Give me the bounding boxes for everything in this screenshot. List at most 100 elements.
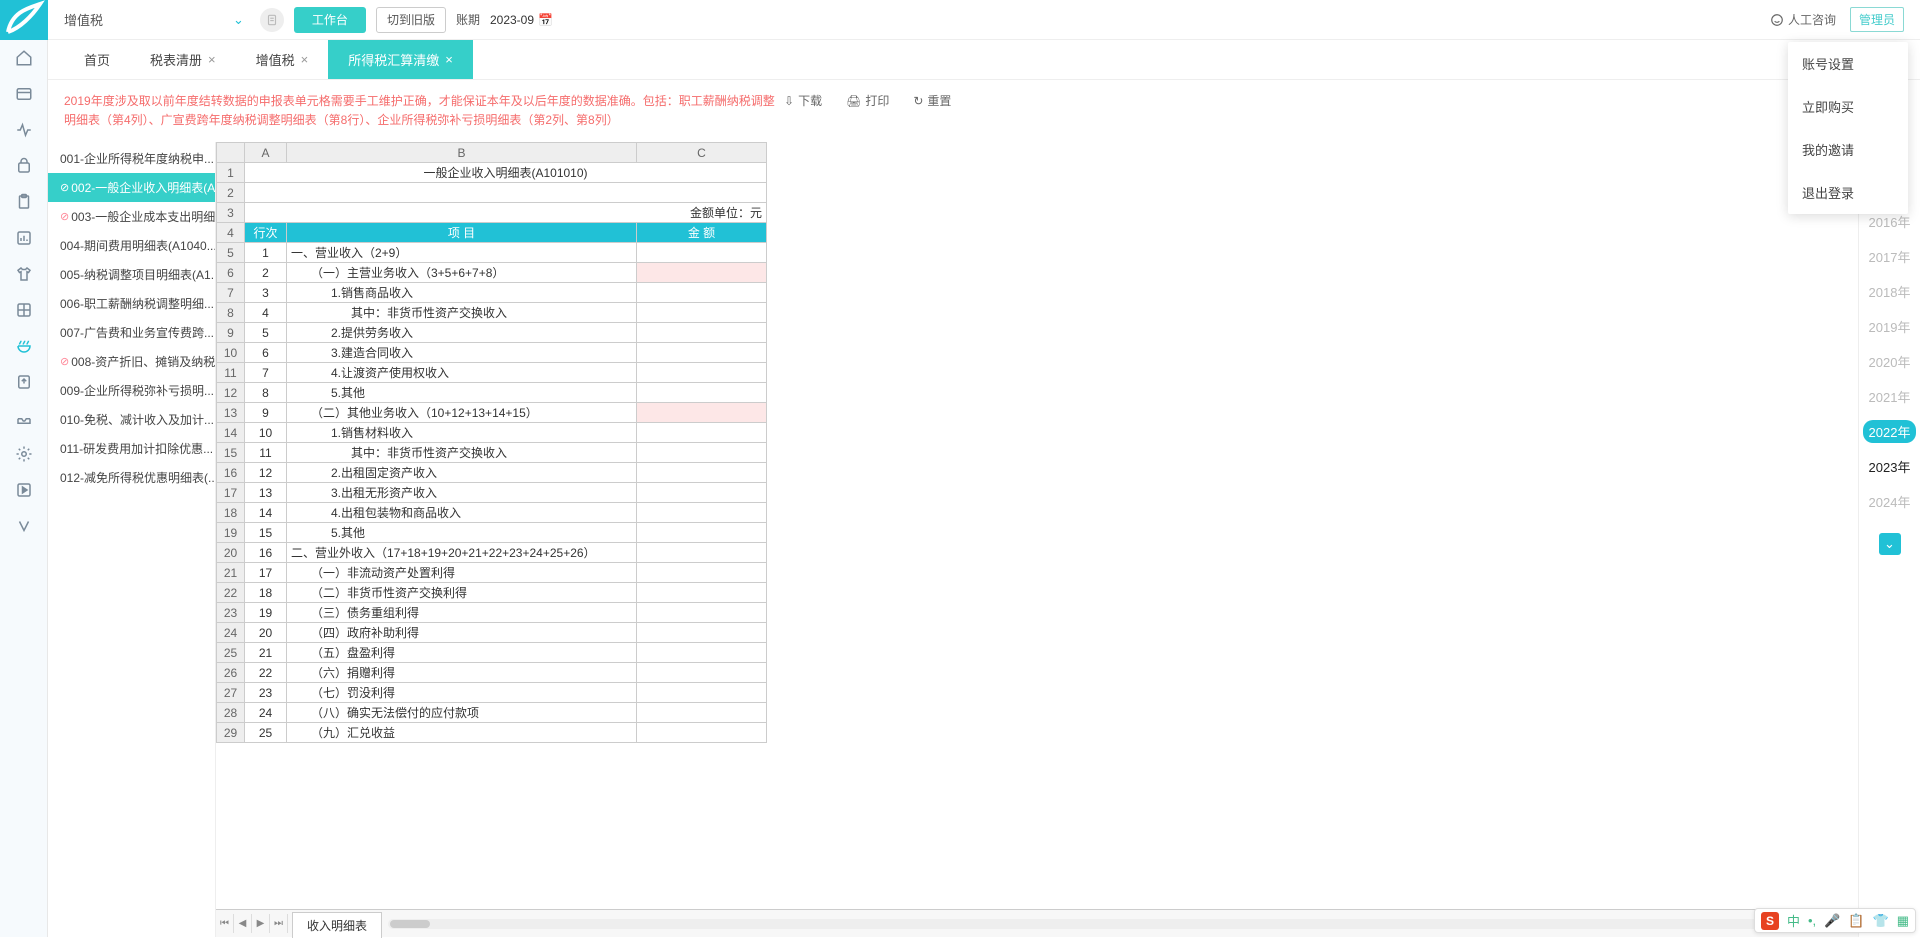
- year-item[interactable]: 2021年: [1863, 385, 1917, 408]
- card-icon[interactable]: [0, 76, 48, 112]
- amount-cell[interactable]: [637, 403, 767, 423]
- row-number-cell[interactable]: 9: [245, 403, 287, 423]
- row-number-cell[interactable]: 22: [245, 663, 287, 683]
- row-header[interactable]: 24: [217, 623, 245, 643]
- amount-cell[interactable]: [637, 383, 767, 403]
- amount-cell[interactable]: [637, 503, 767, 523]
- amount-cell[interactable]: [637, 583, 767, 603]
- row-header[interactable]: 28: [217, 703, 245, 723]
- admin-button[interactable]: 管理员: [1850, 7, 1904, 32]
- sheet-hscrollbar[interactable]: [382, 919, 1858, 929]
- grid-icon[interactable]: [0, 292, 48, 328]
- amount-cell[interactable]: [637, 623, 767, 643]
- row-number-cell[interactable]: 6: [245, 343, 287, 363]
- user-menu-item[interactable]: 账号设置: [1788, 42, 1908, 85]
- ime-clipboard-icon[interactable]: 📋: [1848, 913, 1864, 929]
- sheet-nav-next[interactable]: ▶: [252, 914, 270, 933]
- row-header[interactable]: 14: [217, 423, 245, 443]
- v-icon[interactable]: [0, 508, 48, 544]
- col-header[interactable]: A: [245, 143, 287, 163]
- amount-cell[interactable]: [637, 523, 767, 543]
- row-number-cell[interactable]: 19: [245, 603, 287, 623]
- item-cell[interactable]: 4.出租包装物和商品收入: [287, 503, 637, 523]
- row-header[interactable]: 21: [217, 563, 245, 583]
- amount-cell[interactable]: [637, 343, 767, 363]
- stats-icon[interactable]: [0, 220, 48, 256]
- item-cell[interactable]: 5.其他: [287, 383, 637, 403]
- ime-item[interactable]: 中: [1787, 911, 1800, 930]
- logo[interactable]: [0, 0, 48, 40]
- row-header[interactable]: 23: [217, 603, 245, 623]
- form-list-item[interactable]: 006-职工薪酬纳税调整明细...: [48, 289, 215, 318]
- row-number-cell[interactable]: 23: [245, 683, 287, 703]
- year-item[interactable]: 2024年: [1863, 490, 1917, 513]
- row-header[interactable]: 27: [217, 683, 245, 703]
- page-tab[interactable]: 增值税×: [236, 40, 329, 79]
- workbench-button[interactable]: 工作台: [294, 7, 366, 33]
- row-header[interactable]: 17: [217, 483, 245, 503]
- item-cell[interactable]: （一）主营业务收入（3+5+6+7+8）: [287, 263, 637, 283]
- row-header[interactable]: 3: [217, 203, 245, 223]
- switch-old-button[interactable]: 切到旧版: [376, 7, 446, 33]
- row-header[interactable]: 22: [217, 583, 245, 603]
- item-cell[interactable]: 一、营业收入（2+9）: [287, 243, 637, 263]
- form-list-item[interactable]: 004-期间费用明细表(A1040...: [48, 231, 215, 260]
- close-icon[interactable]: ×: [445, 52, 453, 67]
- row-header[interactable]: 1: [217, 163, 245, 183]
- item-cell[interactable]: 2.提供劳务收入: [287, 323, 637, 343]
- amount-cell[interactable]: [637, 603, 767, 623]
- ime-mic-icon[interactable]: 🎤: [1824, 913, 1840, 929]
- item-cell[interactable]: （八）确实无法偿付的应付款项: [287, 703, 637, 723]
- bag-icon[interactable]: [0, 148, 48, 184]
- amount-cell[interactable]: [637, 443, 767, 463]
- clipboard-icon[interactable]: [0, 184, 48, 220]
- amount-cell[interactable]: [637, 563, 767, 583]
- amount-cell[interactable]: [637, 363, 767, 383]
- item-cell[interactable]: 其中：非货币性资产交换收入: [287, 303, 637, 323]
- row-number-cell[interactable]: 10: [245, 423, 287, 443]
- form-list-item[interactable]: 012-减免所得税优惠明细表(...: [48, 463, 215, 492]
- amount-cell[interactable]: [637, 423, 767, 443]
- shirt-icon[interactable]: [0, 256, 48, 292]
- form-list-item[interactable]: 009-企业所得税弥补亏损明...: [48, 376, 215, 405]
- row-number-cell[interactable]: 20: [245, 623, 287, 643]
- row-number-cell[interactable]: 7: [245, 363, 287, 383]
- year-item[interactable]: 2017年: [1863, 245, 1917, 268]
- consult-link[interactable]: 人工咨询: [1770, 11, 1836, 28]
- export-icon[interactable]: [0, 364, 48, 400]
- row-header[interactable]: 20: [217, 543, 245, 563]
- org-selector[interactable]: 增值税 ⌄: [64, 10, 244, 29]
- sheet-nav-first[interactable]: ⏮: [216, 914, 234, 933]
- row-header[interactable]: 7: [217, 283, 245, 303]
- play-icon[interactable]: [0, 472, 48, 508]
- item-cell[interactable]: （五）盘盈利得: [287, 643, 637, 663]
- row-header[interactable]: 2: [217, 183, 245, 203]
- reset-button[interactable]: ↻ 重置: [913, 92, 951, 111]
- row-number-cell[interactable]: 13: [245, 483, 287, 503]
- row-number-cell[interactable]: 14: [245, 503, 287, 523]
- row-number-cell[interactable]: 3: [245, 283, 287, 303]
- settings-icon[interactable]: [0, 436, 48, 472]
- user-menu-item[interactable]: 退出登录: [1788, 171, 1908, 214]
- ime-toolbar[interactable]: S 中 •, 🎤 📋 👕 ▦: [1754, 908, 1916, 933]
- item-cell[interactable]: （九）汇兑收益: [287, 723, 637, 743]
- year-item[interactable]: 2023年: [1863, 455, 1917, 478]
- row-number-cell[interactable]: 12: [245, 463, 287, 483]
- sheet-tab[interactable]: 收入明细表: [292, 912, 382, 938]
- row-header[interactable]: 6: [217, 263, 245, 283]
- row-number-cell[interactable]: 15: [245, 523, 287, 543]
- row-number-cell[interactable]: 25: [245, 723, 287, 743]
- row-header[interactable]: 16: [217, 463, 245, 483]
- amount-cell[interactable]: [637, 723, 767, 743]
- amount-cell[interactable]: [637, 303, 767, 323]
- year-item[interactable]: 2020年: [1863, 350, 1917, 373]
- inbox-icon[interactable]: [0, 400, 48, 436]
- item-cell[interactable]: 2.出租固定资产收入: [287, 463, 637, 483]
- year-item[interactable]: 2019年: [1863, 315, 1917, 338]
- item-cell[interactable]: 1.销售材料收入: [287, 423, 637, 443]
- row-header[interactable]: 29: [217, 723, 245, 743]
- form-list-item[interactable]: 005-纳税调整项目明细表(A1...: [48, 260, 215, 289]
- row-number-cell[interactable]: 24: [245, 703, 287, 723]
- item-cell[interactable]: （七）罚没利得: [287, 683, 637, 703]
- row-header[interactable]: 5: [217, 243, 245, 263]
